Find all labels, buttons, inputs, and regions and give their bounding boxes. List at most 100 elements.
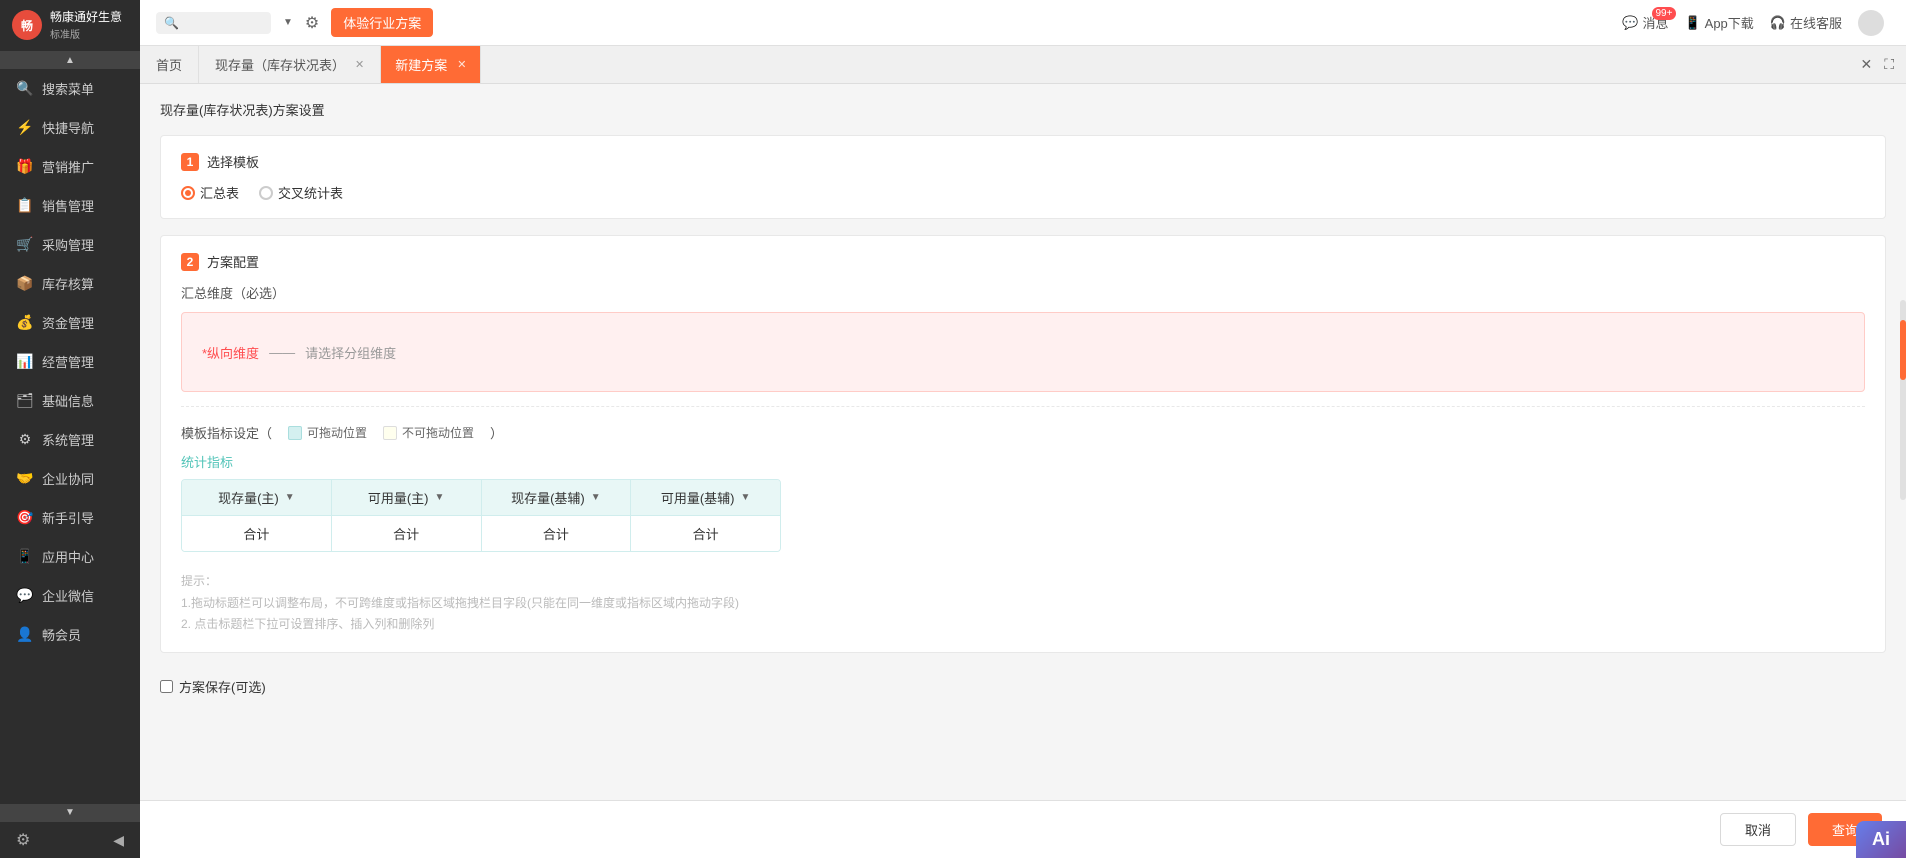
stats-col3-header[interactable]: 现存量(基辅) ▼ bbox=[482, 480, 632, 515]
sidebar-item-search[interactable]: 🔍 搜索菜单 bbox=[0, 69, 140, 108]
stats-col2-body: 合计 bbox=[332, 515, 482, 551]
dimension-label: 汇总维度（必选） bbox=[181, 283, 1865, 302]
marketing-icon: 🎁 bbox=[16, 157, 34, 175]
system-icon: ⚙ bbox=[16, 430, 34, 448]
tab-new-plan-close[interactable]: ✕ bbox=[457, 58, 466, 71]
radio-cross[interactable]: 交叉统计表 bbox=[259, 183, 343, 202]
cancel-button[interactable]: 取消 bbox=[1720, 813, 1796, 846]
basic-icon: 🗂 bbox=[16, 391, 34, 409]
sidebar-item-newguide[interactable]: 🎯 新手引导 bbox=[0, 498, 140, 537]
trial-button[interactable]: 体验行业方案 bbox=[331, 8, 433, 37]
template-radio-group: 汇总表 交叉统计表 bbox=[181, 183, 1865, 202]
tab-home[interactable]: 首页 bbox=[140, 46, 199, 83]
col2-chevron: ▼ bbox=[435, 492, 445, 503]
sidebar-item-inventory[interactable]: 📦 库存核算 bbox=[0, 264, 140, 303]
indicator-settings: 模板指标设定（ 可拖动位置 不可拖动位置 ） 统计指标 现存 bbox=[181, 423, 1865, 636]
sidebar-item-membership[interactable]: 👤 畅会员 bbox=[0, 615, 140, 654]
sidebar-label-membership: 畅会员 bbox=[42, 625, 81, 644]
vertical-dimension-field: *纵向维度 —— 请选择分组维度 bbox=[202, 343, 396, 362]
radio-summary[interactable]: 汇总表 bbox=[181, 183, 239, 202]
sidebar-item-purchase[interactable]: 🛒 采购管理 bbox=[0, 225, 140, 264]
sidebar-item-wechat[interactable]: 💬 企业微信 bbox=[0, 576, 140, 615]
sidebar-settings-icon[interactable]: ⚙ bbox=[16, 830, 30, 850]
radio-cross-label: 交叉统计表 bbox=[278, 183, 343, 202]
stats-table: 现存量(主) ▼ 可用量(主) ▼ 现存量(基辅) ▼ 可用量(基辅) bbox=[181, 479, 781, 552]
sidebar-scroll-up[interactable]: ▲ bbox=[0, 52, 140, 69]
main-area: 🔍 ▼ ⚙ 体验行业方案 💬 消息 99+ 📱 App下载 🎧 在线客服 bbox=[140, 0, 1906, 858]
tab-inventory-close[interactable]: ✕ bbox=[355, 58, 364, 71]
online-service-button[interactable]: 🎧 在线客服 bbox=[1770, 13, 1842, 32]
search-input[interactable] bbox=[183, 16, 263, 30]
inventory-icon: 📦 bbox=[16, 274, 34, 292]
save-option-label[interactable]: 方案保存(可选) bbox=[160, 677, 1886, 696]
right-scrollbar[interactable] bbox=[1900, 300, 1906, 500]
fixed-legend-box bbox=[383, 426, 397, 440]
membership-icon: 👤 bbox=[16, 625, 34, 643]
page-title: 现存量(库存状况表)方案设置 bbox=[160, 100, 1886, 119]
sidebar-item-sales[interactable]: 📋 销售管理 bbox=[0, 186, 140, 225]
sidebar-bottom: ⚙ ◀ bbox=[0, 821, 140, 858]
sidebar-item-cooperation[interactable]: 🤝 企业协同 bbox=[0, 459, 140, 498]
topbar-search-icon: 🔍 bbox=[164, 16, 179, 30]
gear-button[interactable]: ⚙ bbox=[305, 13, 319, 33]
close-all-button[interactable]: ✕ bbox=[1856, 52, 1876, 77]
sidebar-label-shortcut: 快捷导航 bbox=[42, 118, 94, 137]
app-download-label: App下载 bbox=[1705, 13, 1754, 32]
topbar-chevron-icon[interactable]: ▼ bbox=[283, 17, 293, 28]
cooperation-icon: 🤝 bbox=[16, 469, 34, 487]
topbar: 🔍 ▼ ⚙ 体验行业方案 💬 消息 99+ 📱 App下载 🎧 在线客服 bbox=[140, 0, 1906, 46]
sidebar-collapse-icon[interactable]: ◀ bbox=[113, 832, 124, 849]
message-button[interactable]: 💬 消息 99+ bbox=[1622, 13, 1668, 32]
user-profile[interactable] bbox=[1858, 10, 1890, 36]
stats-col4-label: 可用量(基辅) bbox=[661, 488, 735, 507]
finance-icon: 💰 bbox=[16, 313, 34, 331]
radio-cross-dot bbox=[259, 186, 273, 200]
step2-card: 2 方案配置 汇总维度（必选） *纵向维度 —— 请选择分组维度 模板指标设定（ bbox=[160, 235, 1886, 653]
sidebar-item-appcenter[interactable]: 📱 应用中心 bbox=[0, 537, 140, 576]
tab-new-plan[interactable]: 新建方案 ✕ bbox=[381, 46, 481, 83]
sales-icon: 📋 bbox=[16, 196, 34, 214]
app-version: 标准版 bbox=[50, 26, 122, 41]
sidebar-item-basic[interactable]: 🗂 基础信息 bbox=[0, 381, 140, 420]
topbar-search-box: 🔍 bbox=[156, 12, 271, 34]
sidebar-label-operation: 经营管理 bbox=[42, 352, 94, 371]
app-download-button[interactable]: 📱 App下载 bbox=[1684, 13, 1753, 32]
step1-title: 选择模板 bbox=[207, 152, 259, 171]
operation-icon: 📊 bbox=[16, 352, 34, 370]
sidebar-item-system[interactable]: ⚙ 系统管理 bbox=[0, 420, 140, 459]
shortcut-icon: ⚡ bbox=[16, 118, 34, 136]
fixed-legend-label: 不可拖动位置 bbox=[402, 424, 474, 441]
stats-label: 统计指标 bbox=[181, 452, 1865, 471]
step2-num: 2 bbox=[181, 253, 199, 271]
sidebar-item-marketing[interactable]: 🎁 营销推广 bbox=[0, 147, 140, 186]
app-name-block: 畅康通好生意 标准版 bbox=[50, 10, 122, 41]
sidebar-label-appcenter: 应用中心 bbox=[42, 547, 94, 566]
radio-summary-label: 汇总表 bbox=[200, 183, 239, 202]
tips-box: 提示： 1.拖动标题栏可以调整布局，不可跨维度或指标区域拖拽栏目字段(只能在同一… bbox=[181, 571, 1865, 636]
fixed-legend-item: 不可拖动位置 bbox=[383, 424, 474, 441]
sidebar-scroll-down[interactable]: ▼ bbox=[0, 804, 140, 821]
step1-num: 1 bbox=[181, 153, 199, 171]
sidebar-item-finance[interactable]: 💰 资金管理 bbox=[0, 303, 140, 342]
stats-col1-body: 合计 bbox=[182, 515, 332, 551]
stats-col1-header[interactable]: 现存量(主) ▼ bbox=[182, 480, 332, 515]
topbar-right: 💬 消息 99+ 📱 App下载 🎧 在线客服 bbox=[1622, 10, 1890, 36]
save-option-checkbox[interactable] bbox=[160, 680, 173, 693]
indicator-label-suffix: ） bbox=[490, 423, 503, 442]
sidebar-label-marketing: 营销推广 bbox=[42, 157, 94, 176]
sidebar: 畅 畅康通好生意 标准版 ▲ 🔍 搜索菜单 ⚡ 快捷导航 🎁 营销推广 📋 销售… bbox=[0, 0, 140, 858]
sidebar-item-shortcut[interactable]: ⚡ 快捷导航 bbox=[0, 108, 140, 147]
tab-inventory-label: 现存量（库存状况表） bbox=[215, 55, 345, 74]
headset-icon: 🎧 bbox=[1770, 15, 1786, 31]
sidebar-label-basic: 基础信息 bbox=[42, 391, 94, 410]
sidebar-label-inventory: 库存核算 bbox=[42, 274, 94, 293]
sidebar-item-operation[interactable]: 📊 经营管理 bbox=[0, 342, 140, 381]
tab-inventory-status[interactable]: 现存量（库存状况表） ✕ bbox=[199, 46, 381, 83]
dimension-box[interactable]: *纵向维度 —— 请选择分组维度 bbox=[181, 312, 1865, 392]
radio-summary-dot bbox=[181, 186, 195, 200]
ai-badge[interactable]: Ai bbox=[1856, 821, 1906, 858]
expand-button[interactable]: ⛶ bbox=[1880, 52, 1898, 77]
stats-col4-header[interactable]: 可用量(基辅) ▼ bbox=[631, 480, 780, 515]
stats-col2-header[interactable]: 可用量(主) ▼ bbox=[332, 480, 482, 515]
draggable-legend-label: 可拖动位置 bbox=[307, 424, 367, 441]
